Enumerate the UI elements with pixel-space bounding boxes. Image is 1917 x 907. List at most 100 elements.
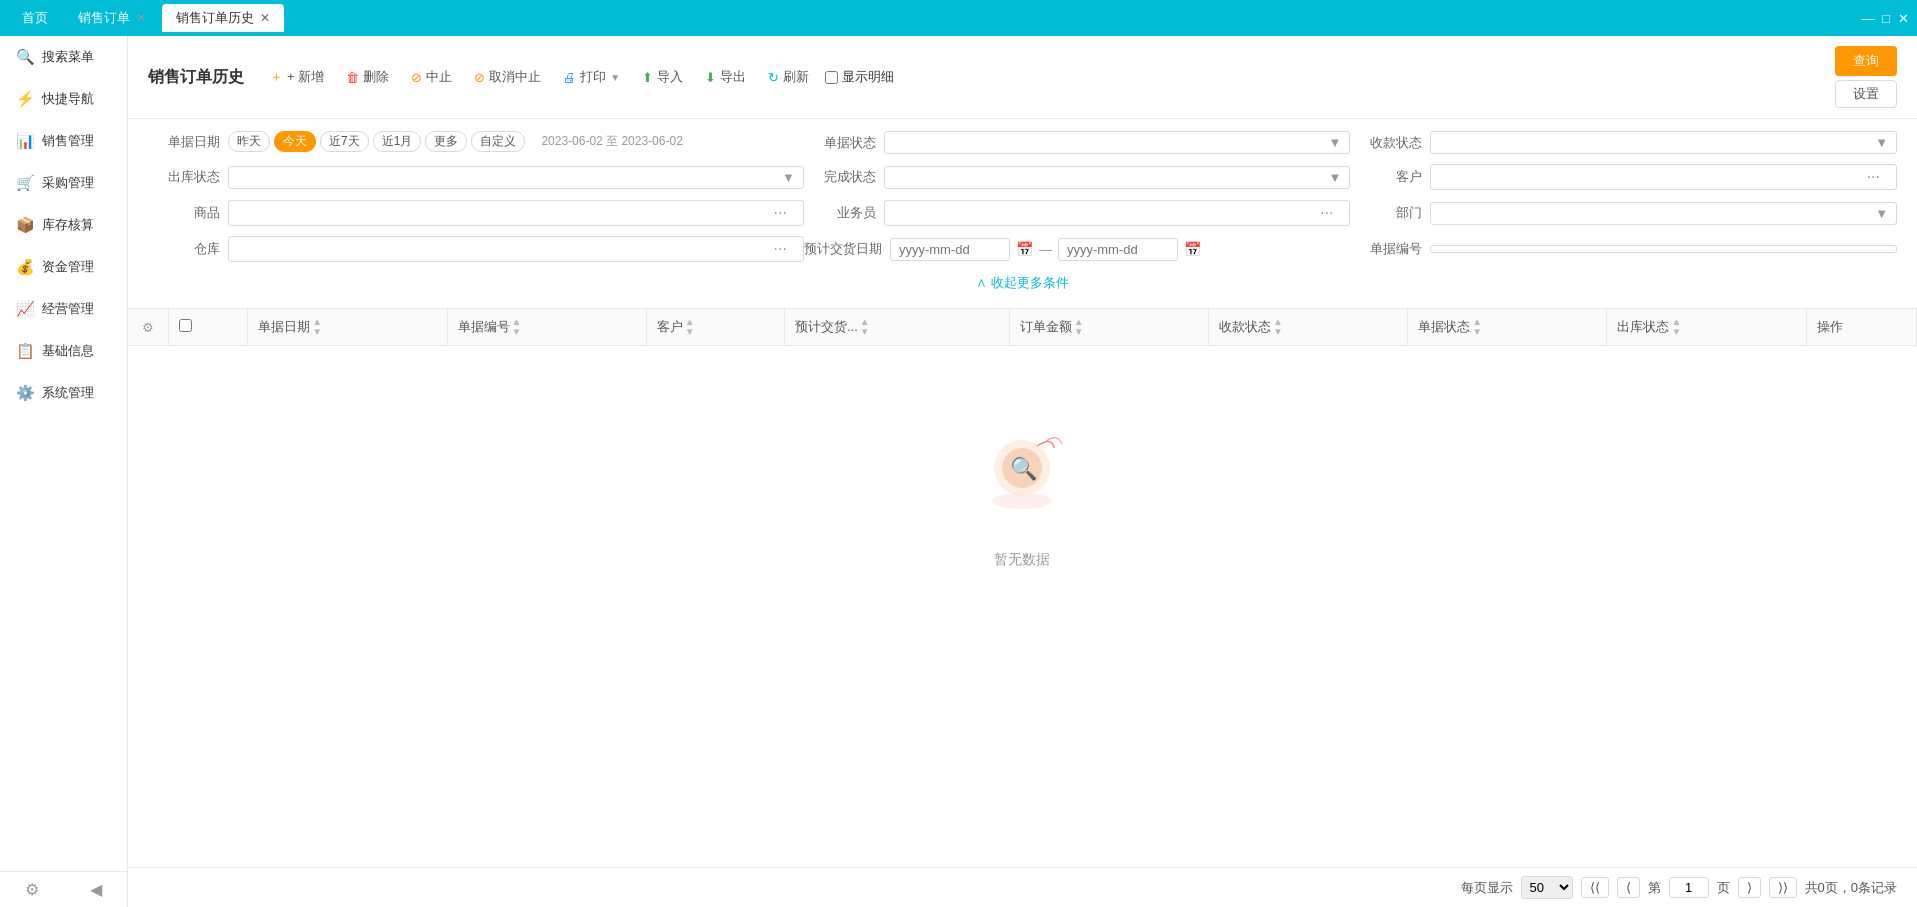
- sidebar-item-system-mgmt[interactable]: ⚙️ 系统管理: [0, 372, 127, 414]
- sidebar-item-base-info[interactable]: 📋 基础信息: [0, 330, 127, 372]
- new-icon: ＋: [270, 68, 283, 86]
- bill-status-select[interactable]: ▼: [884, 131, 1351, 154]
- delete-button[interactable]: 🗑 删除: [340, 65, 395, 89]
- tab-sales-order-close[interactable]: ✕: [136, 11, 146, 25]
- bill-status-arrow: ▼: [1329, 135, 1342, 150]
- date-btn-custom[interactable]: 自定义: [471, 131, 525, 152]
- print-button[interactable]: 🖨 打印 ▼: [557, 65, 626, 89]
- bill-date-col-header[interactable]: 单据日期 ▲▼: [248, 309, 447, 346]
- show-detail-checkbox[interactable]: 显示明细: [825, 68, 894, 86]
- out-status-label: 出库状态: [148, 168, 228, 186]
- page-header: 销售订单历史 ＋ + 新增 🗑 删除 ⊘ 中止 ⊘: [128, 36, 1917, 119]
- capital-mgmt-icon: 💰: [16, 258, 34, 276]
- import-button[interactable]: ⬆ 导入: [636, 65, 689, 89]
- inventory-icon: 📦: [16, 216, 34, 234]
- close-btn[interactable]: ✕: [1898, 11, 1909, 26]
- out-status-col-header[interactable]: 出库状态 ▲▼: [1607, 309, 1806, 346]
- bill-status-col-header[interactable]: 单据状态 ▲▼: [1408, 309, 1607, 346]
- cancel-stop-button[interactable]: ⊘ 取消中止: [468, 65, 547, 89]
- tab-sales-order-history-close[interactable]: ✕: [260, 11, 270, 25]
- export-button[interactable]: ⬇ 导出: [699, 65, 752, 89]
- dept-select[interactable]: ▼: [1430, 202, 1897, 225]
- order-amount-col-header[interactable]: 订单金额 ▲▼: [1009, 309, 1208, 346]
- quick-nav-icon: ⚡: [16, 90, 34, 108]
- purchase-mgmt-icon: 🛒: [16, 174, 34, 192]
- calendar-start-icon[interactable]: 📅: [1016, 241, 1033, 257]
- jump-label: 第: [1648, 879, 1661, 897]
- sidebar-item-sales-mgmt[interactable]: 📊 销售管理: [0, 120, 127, 162]
- payment-status-select[interactable]: ▼: [1430, 131, 1897, 154]
- system-mgmt-icon: ⚙️: [16, 384, 34, 402]
- window-controls: — □ ✕: [1861, 11, 1909, 26]
- date-btn-yesterday[interactable]: 昨天: [228, 131, 270, 152]
- page-input[interactable]: [1669, 877, 1709, 898]
- payment-status-col-header[interactable]: 收款状态 ▲▼: [1208, 309, 1407, 346]
- tab-home[interactable]: 首页: [8, 4, 62, 32]
- sidebar-collapse-icon[interactable]: ◀: [90, 880, 102, 899]
- filter-area: 单据日期 昨天 今天 近7天 近1月 更多 自定义 2023-06-02 至 2…: [128, 119, 1917, 309]
- delivery-date-label: 预计交货日期: [804, 240, 890, 258]
- top-tabbar: 首页 销售订单 ✕ 销售订单历史 ✕ — □ ✕: [0, 0, 1917, 36]
- sidebar-item-purchase-mgmt[interactable]: 🛒 采购管理: [0, 162, 127, 204]
- cancel-stop-icon: ⊘: [474, 70, 485, 85]
- date-buttons: 昨天 今天 近7天 近1月 更多 自定义: [228, 131, 525, 152]
- maximize-btn[interactable]: □: [1882, 11, 1890, 26]
- page-title: 销售订单历史: [148, 67, 244, 88]
- page-size-label: 每页显示: [1461, 879, 1513, 897]
- data-table: ⚙ 单据日期 ▲▼ 单据编号: [128, 309, 1917, 649]
- empty-row: 🔍 暂无数据: [128, 346, 1917, 650]
- tab-sales-order-history[interactable]: 销售订单历史 ✕: [162, 4, 284, 32]
- refresh-icon: ↻: [768, 70, 779, 85]
- salesman-dots[interactable]: ···: [1312, 204, 1341, 222]
- first-page-btn[interactable]: ⟨⟨: [1581, 877, 1609, 898]
- bill-no-label: 单据编号: [1350, 240, 1430, 258]
- out-status-select[interactable]: ▼: [228, 166, 804, 189]
- total-text: 共0页，0条记录: [1805, 879, 1897, 897]
- last-page-btn[interactable]: ⟩⟩: [1769, 877, 1797, 898]
- query-button[interactable]: 查询: [1835, 46, 1897, 76]
- page-size-select[interactable]: 50 10 20 100: [1521, 876, 1573, 899]
- pagination-bar: 每页显示 50 10 20 100 ⟨⟨ ⟨ 第 页 ⟩ ⟩⟩ 共0页，0条记录: [128, 867, 1917, 907]
- out-status-arrow: ▼: [782, 170, 795, 185]
- svg-text:🔍: 🔍: [1010, 455, 1038, 482]
- minimize-btn[interactable]: —: [1861, 11, 1874, 26]
- date-btn-more[interactable]: 更多: [425, 131, 467, 152]
- collapse-more-btn[interactable]: ∧ 收起更多条件: [148, 270, 1897, 296]
- new-button[interactable]: ＋ + 新增: [264, 65, 330, 89]
- empty-icon: 🔍: [972, 426, 1072, 535]
- bill-no-col-header[interactable]: 单据编号 ▲▼: [447, 309, 646, 346]
- complete-status-select[interactable]: ▼: [884, 166, 1351, 189]
- stop-button[interactable]: ⊘ 中止: [405, 65, 458, 89]
- sidebar-item-capital-mgmt[interactable]: 💰 资金管理: [0, 246, 127, 288]
- table-settings-icon[interactable]: ⚙: [142, 320, 154, 335]
- sidebar-settings-icon[interactable]: ⚙: [25, 880, 39, 899]
- select-all-checkbox[interactable]: [179, 319, 192, 332]
- sidebar-item-quick-nav[interactable]: ⚡ 快捷导航: [0, 78, 127, 120]
- delivery-date-end[interactable]: [1058, 238, 1178, 261]
- warehouse-dots[interactable]: ···: [766, 240, 795, 258]
- prev-page-btn[interactable]: ⟨: [1617, 877, 1640, 898]
- query-set-group: 查询 设置: [1835, 46, 1897, 108]
- show-detail-check[interactable]: [825, 71, 838, 84]
- delivery-date-col-header[interactable]: 预计交货... ▲▼: [784, 309, 1009, 346]
- sidebar-item-ops-mgmt[interactable]: 📈 经营管理: [0, 288, 127, 330]
- next-page-btn[interactable]: ⟩: [1738, 877, 1761, 898]
- delivery-date-start[interactable]: [890, 238, 1010, 261]
- product-dots[interactable]: ···: [766, 204, 795, 222]
- date-btn-7days[interactable]: 近7天: [320, 131, 369, 152]
- sidebar-item-inventory[interactable]: 📦 库存核算: [0, 204, 127, 246]
- delete-icon: 🗑: [346, 70, 359, 85]
- sidebar-bottom: ⚙ ◀: [0, 871, 127, 907]
- tab-sales-order[interactable]: 销售订单 ✕: [64, 4, 160, 32]
- customer-dots[interactable]: ···: [1859, 168, 1888, 186]
- toolbar: ＋ + 新增 🗑 删除 ⊘ 中止 ⊘ 取消中止: [264, 65, 1815, 89]
- set-button[interactable]: 设置: [1835, 80, 1897, 108]
- date-btn-1month[interactable]: 近1月: [373, 131, 422, 152]
- print-dropdown-arrow[interactable]: ▼: [610, 72, 620, 83]
- sidebar-item-search-menu[interactable]: 🔍 搜索菜单: [0, 36, 127, 78]
- calendar-end-icon[interactable]: 📅: [1184, 241, 1201, 257]
- page-label: 页: [1717, 879, 1730, 897]
- date-btn-today[interactable]: 今天: [274, 131, 316, 152]
- refresh-button[interactable]: ↻ 刷新: [762, 65, 815, 89]
- customer-col-header[interactable]: 客户 ▲▼: [646, 309, 784, 346]
